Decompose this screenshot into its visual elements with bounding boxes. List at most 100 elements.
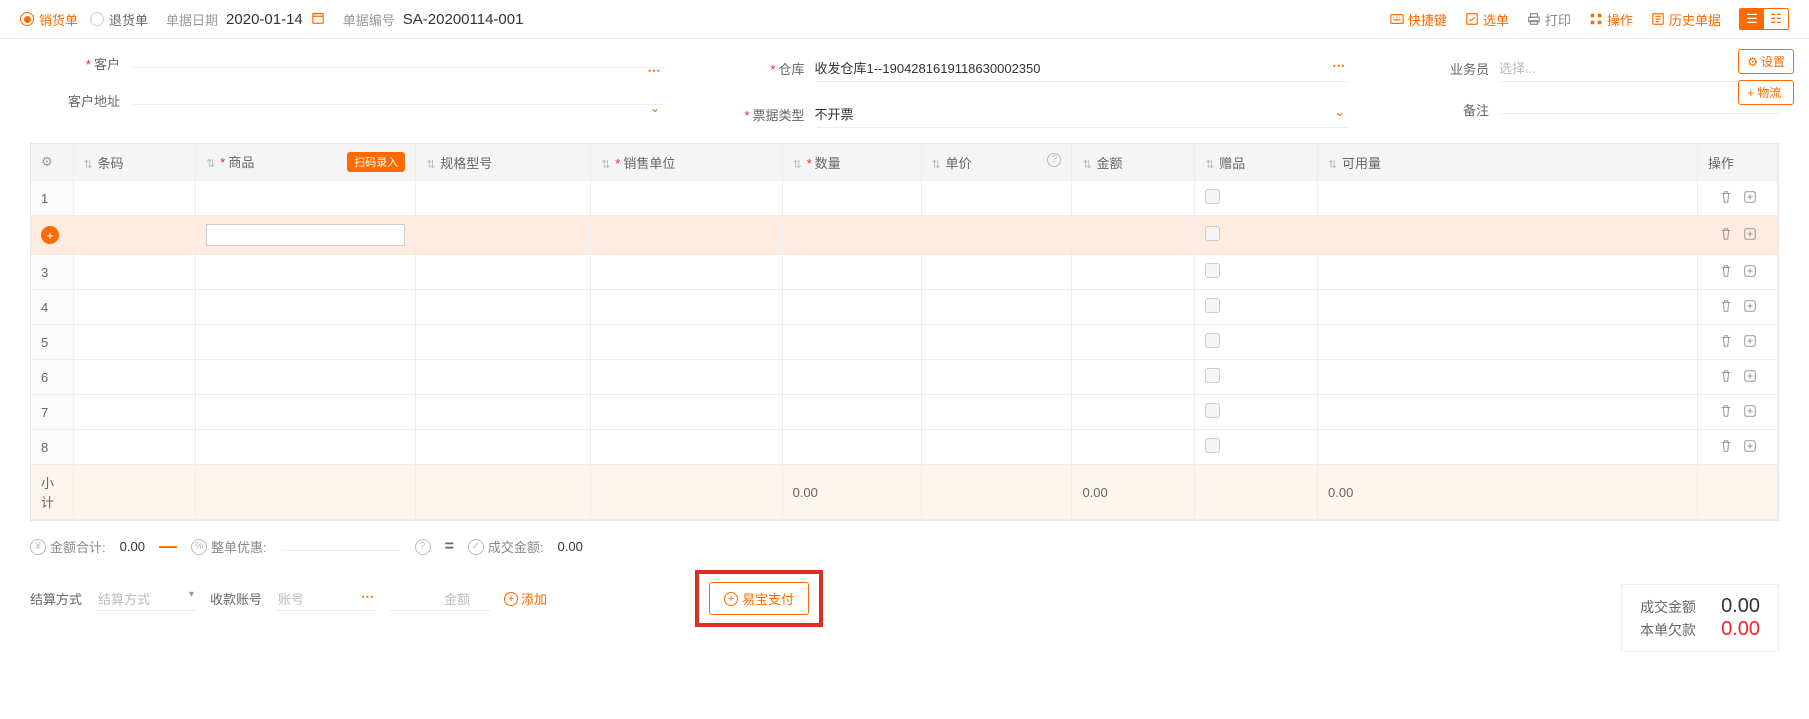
cell-barcode[interactable] <box>73 255 196 290</box>
cell-price[interactable] <box>921 216 1072 255</box>
delete-row-icon[interactable] <box>1719 439 1733 456</box>
cell-gift[interactable] <box>1195 395 1318 430</box>
table-row[interactable]: 8 <box>31 430 1778 465</box>
amount-input[interactable]: 金额 <box>390 587 490 611</box>
cell-barcode[interactable] <box>73 360 196 395</box>
col-gift[interactable]: ⇅赠品 <box>1195 144 1318 181</box>
cell-product[interactable] <box>196 325 416 360</box>
settle-method-select[interactable]: 结算方式▾ <box>96 587 196 611</box>
cell-spec[interactable] <box>416 255 591 290</box>
view-detail-icon[interactable]: ☷ <box>1764 9 1788 29</box>
history-button[interactable]: 历史单据 <box>1651 10 1721 29</box>
delete-row-icon[interactable] <box>1719 369 1733 386</box>
insert-row-icon[interactable] <box>1743 264 1757 281</box>
cell-amount[interactable] <box>1072 290 1195 325</box>
cell-barcode[interactable] <box>73 430 196 465</box>
table-settings-button[interactable]: ⚙ <box>31 144 73 181</box>
insert-row-icon[interactable] <box>1743 404 1757 421</box>
add-payment-button[interactable]: +添加 <box>504 589 547 608</box>
col-product[interactable]: ⇅*商品扫码录入 <box>196 144 416 181</box>
cell-qty[interactable] <box>782 395 921 430</box>
cell-product[interactable] <box>196 360 416 395</box>
gift-checkbox[interactable] <box>1205 189 1220 204</box>
gift-checkbox[interactable] <box>1205 263 1220 278</box>
gift-checkbox[interactable] <box>1205 438 1220 453</box>
cell-spec[interactable] <box>416 181 591 216</box>
select-order-button[interactable]: 选单 <box>1465 10 1509 29</box>
cell-gift[interactable] <box>1195 216 1318 255</box>
table-row[interactable]: 7 <box>31 395 1778 430</box>
settings-button[interactable]: ⚙设置 <box>1738 49 1794 74</box>
col-unit[interactable]: ⇅*销售单位 <box>591 144 782 181</box>
help-icon[interactable]: ? <box>415 539 431 555</box>
cell-barcode[interactable] <box>73 181 196 216</box>
cell-amount[interactable] <box>1072 325 1195 360</box>
shortcut-button[interactable]: 快捷键 <box>1390 10 1447 29</box>
cell-unit[interactable] <box>591 395 782 430</box>
warehouse-input[interactable]: 收发仓库1--1904281619118630002350⋯ <box>815 54 1350 82</box>
cell-spec[interactable] <box>416 430 591 465</box>
address-select[interactable]: ⌄ <box>130 96 665 105</box>
cell-gift[interactable] <box>1195 290 1318 325</box>
cell-unit[interactable] <box>591 255 782 290</box>
gift-checkbox[interactable] <box>1205 226 1220 241</box>
gift-checkbox[interactable] <box>1205 298 1220 313</box>
col-spec[interactable]: ⇅规格型号 <box>416 144 591 181</box>
insert-row-icon[interactable] <box>1743 190 1757 207</box>
radio-return-order[interactable]: 退货单 <box>90 10 148 29</box>
cell-price[interactable] <box>921 290 1072 325</box>
cell-amount[interactable] <box>1072 430 1195 465</box>
cell-unit[interactable] <box>591 181 782 216</box>
cell-price[interactable] <box>921 255 1072 290</box>
print-button[interactable]: 打印 <box>1527 10 1571 29</box>
cell-spec[interactable] <box>416 395 591 430</box>
cell-product[interactable] <box>196 395 416 430</box>
cell-spec[interactable] <box>416 325 591 360</box>
cell-amount[interactable] <box>1072 216 1195 255</box>
col-price[interactable]: ⇅单价? <box>921 144 1072 181</box>
table-row[interactable]: 5 <box>31 325 1778 360</box>
remark-input[interactable] <box>1499 105 1779 114</box>
cell-unit[interactable] <box>591 325 782 360</box>
operate-button[interactable]: 操作 <box>1589 10 1633 29</box>
scan-entry-button[interactable]: 扫码录入 <box>347 152 405 172</box>
recv-account-select[interactable]: 账号⋯ <box>276 587 376 611</box>
salesman-input[interactable]: 选择...⋯ <box>1499 54 1779 82</box>
cell-price[interactable] <box>921 325 1072 360</box>
delete-row-icon[interactable] <box>1719 227 1733 244</box>
cell-qty[interactable] <box>782 255 921 290</box>
invoice-select[interactable]: 不开票⌄ <box>815 100 1350 128</box>
cell-amount[interactable] <box>1072 181 1195 216</box>
delete-row-icon[interactable] <box>1719 404 1733 421</box>
cell-qty[interactable] <box>782 290 921 325</box>
cell-product[interactable] <box>196 255 416 290</box>
col-available[interactable]: ⇅可用量 <box>1318 144 1698 181</box>
insert-row-icon[interactable] <box>1743 334 1757 351</box>
date-value[interactable]: 2020-01-14 <box>226 11 303 28</box>
cell-qty[interactable] <box>782 181 921 216</box>
cell-spec[interactable] <box>416 216 591 255</box>
gift-checkbox[interactable] <box>1205 368 1220 383</box>
cell-gift[interactable] <box>1195 360 1318 395</box>
insert-row-icon[interactable] <box>1743 227 1757 244</box>
cell-barcode[interactable] <box>73 216 196 255</box>
table-row[interactable]: 4 <box>31 290 1778 325</box>
more-icon[interactable]: ⋯ <box>1332 58 1345 74</box>
cell-gift[interactable] <box>1195 181 1318 216</box>
cell-qty[interactable] <box>782 430 921 465</box>
logistics-button[interactable]: +物流 <box>1738 80 1794 105</box>
col-amount[interactable]: ⇅金额 <box>1072 144 1195 181</box>
delete-row-icon[interactable] <box>1719 264 1733 281</box>
col-barcode[interactable]: ⇅条码 <box>73 144 196 181</box>
cell-qty[interactable] <box>782 325 921 360</box>
cell-gift[interactable] <box>1195 325 1318 360</box>
add-row-button[interactable]: + <box>41 226 59 244</box>
radio-sales-order[interactable]: 销货单 <box>20 10 78 29</box>
view-compact-icon[interactable]: ☰ <box>1740 9 1764 29</box>
cell-price[interactable] <box>921 181 1072 216</box>
insert-row-icon[interactable] <box>1743 299 1757 316</box>
table-row[interactable]: + <box>31 216 1778 255</box>
delete-row-icon[interactable] <box>1719 299 1733 316</box>
cell-unit[interactable] <box>591 290 782 325</box>
more-icon[interactable]: ⋯ <box>648 63 661 79</box>
